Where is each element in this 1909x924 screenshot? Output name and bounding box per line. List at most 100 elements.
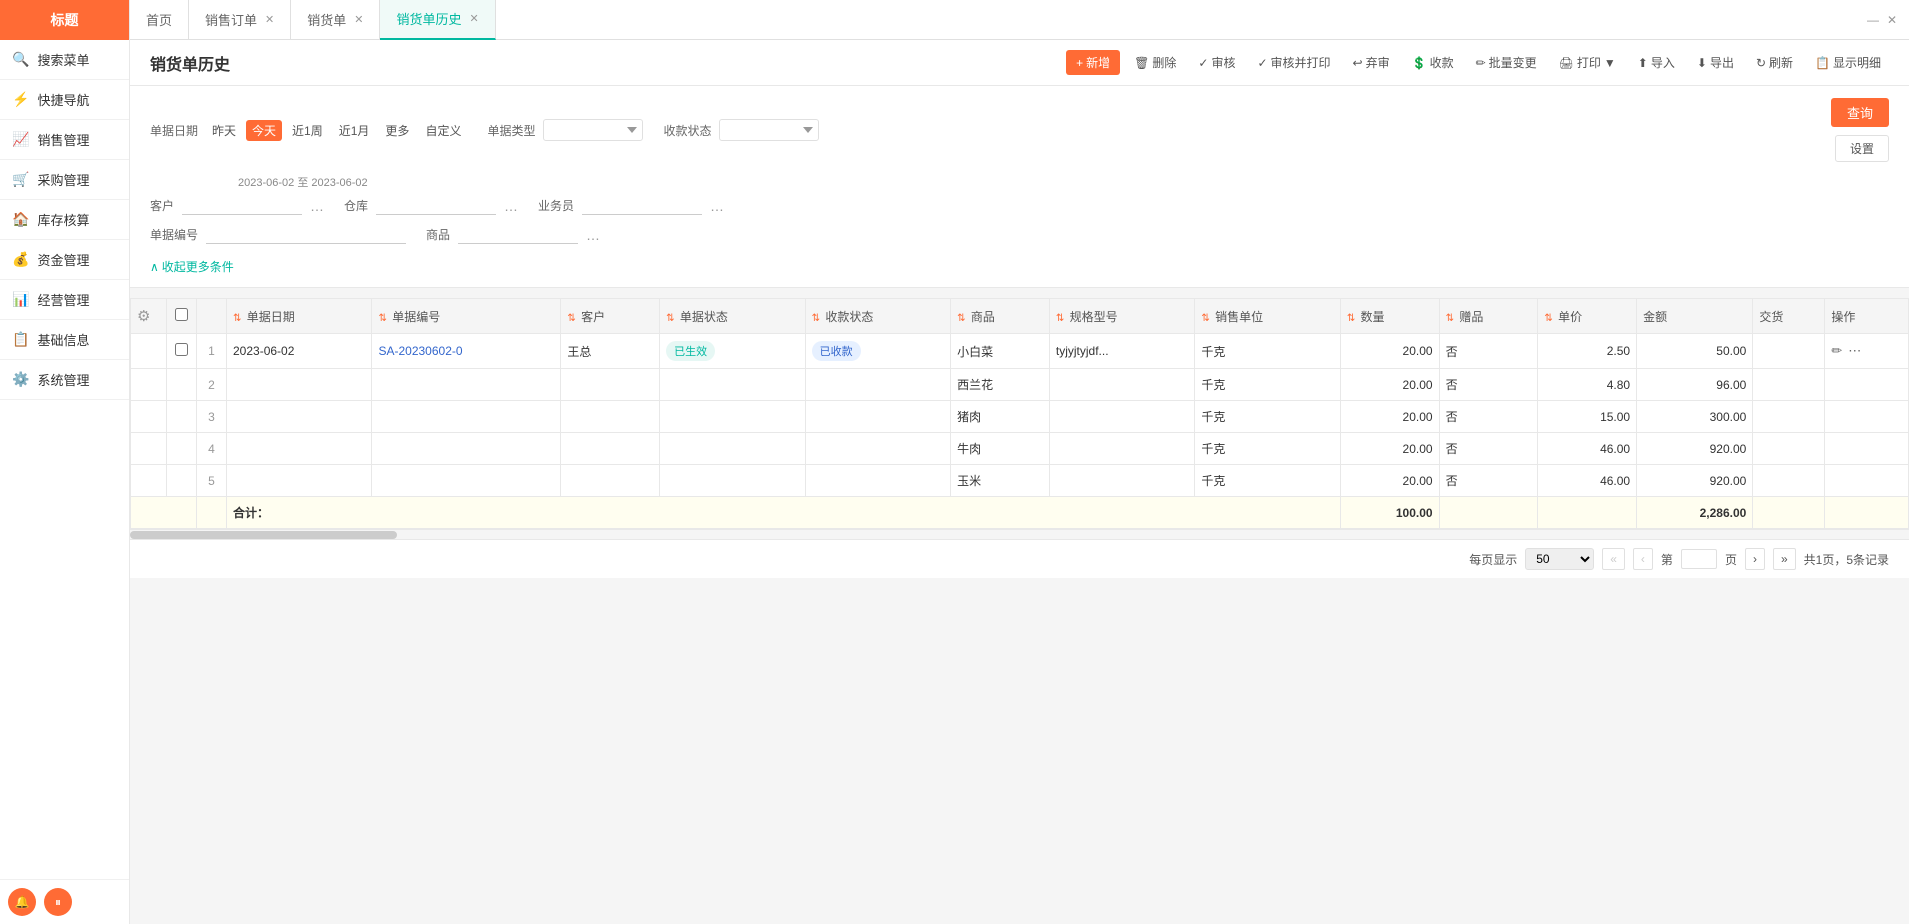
delete-button[interactable]: 🗑 删除: [1126, 50, 1184, 75]
td-doc-number: [372, 465, 561, 497]
date-tab-today[interactable]: 今天: [246, 120, 282, 141]
th-payment-status[interactable]: ⇅ 收款状态: [805, 299, 950, 334]
th-quantity[interactable]: ⇅ 数量: [1340, 299, 1439, 334]
warehouse-input[interactable]: [376, 196, 496, 215]
refresh-button[interactable]: ↻ 刷新: [1748, 50, 1801, 75]
th-customer[interactable]: ⇅ 客户: [561, 299, 660, 334]
th-checkbox[interactable]: [167, 299, 197, 334]
td-doc-date: [227, 465, 372, 497]
sort-icon: ⇅: [1544, 313, 1552, 324]
row-checkbox[interactable]: [175, 343, 188, 356]
audit-print-button[interactable]: ✓ 审核并打印: [1249, 50, 1338, 75]
salesperson-dots[interactable]: …: [710, 198, 724, 214]
td-row-num: 4: [197, 433, 227, 465]
td-summary-quantity: 100.00: [1340, 497, 1439, 529]
th-goods[interactable]: ⇅ 商品: [951, 299, 1050, 334]
th-doc-date[interactable]: ⇅ 单据日期: [227, 299, 372, 334]
sidebar-user-icon[interactable]: 🔔: [8, 888, 36, 916]
tab-sales-order[interactable]: 销售订单 ✕: [189, 0, 291, 40]
td-customer: [561, 401, 660, 433]
sidebar-item-search-menu[interactable]: 🔍 搜索菜单: [0, 40, 129, 80]
th-unit[interactable]: ⇅ 销售单位: [1195, 299, 1340, 334]
tab-close-sales-goods[interactable]: ✕: [354, 13, 363, 26]
salesperson-input[interactable]: [582, 196, 702, 215]
horizontal-scrollbar[interactable]: [130, 529, 1909, 539]
th-spec[interactable]: ⇅ 规格型号: [1049, 299, 1194, 334]
goods-input[interactable]: [458, 225, 578, 244]
td-goods: 西兰花: [951, 369, 1050, 401]
td-checkbox[interactable]: [167, 334, 197, 369]
collect-button[interactable]: 💲 收款: [1404, 50, 1462, 75]
abandon-button[interactable]: ↩ 弃审: [1345, 50, 1398, 75]
new-button[interactable]: + 新增: [1066, 50, 1120, 75]
td-summary-label: [131, 497, 197, 529]
sidebar-item-finance-mgmt[interactable]: 💰 资金管理: [0, 240, 129, 280]
date-tab-last7[interactable]: 近1周: [286, 120, 329, 141]
td-doc-date: [227, 369, 372, 401]
more-action-icon[interactable]: ⋯: [1848, 343, 1861, 359]
tab-close-sales-history[interactable]: ✕: [470, 12, 479, 25]
show-detail-button[interactable]: 📋 显示明细: [1807, 50, 1889, 75]
batch-change-button[interactable]: ✏ 批量变更: [1468, 50, 1545, 75]
td-goods: 玉米: [951, 465, 1050, 497]
date-tab-more[interactable]: 更多: [379, 120, 415, 141]
column-settings-icon[interactable]: ⚙: [137, 308, 150, 325]
sidebar-item-inventory[interactable]: 🏠 库存核算: [0, 200, 129, 240]
collapse-button[interactable]: ∧ 收起更多条件: [150, 258, 1889, 275]
doc-type-select[interactable]: [543, 119, 643, 141]
th-unit-price[interactable]: ⇅ 单价: [1538, 299, 1637, 334]
import-button[interactable]: ⬆ 导入: [1630, 50, 1683, 75]
edit-action-icon[interactable]: ✏: [1831, 343, 1842, 359]
sidebar-item-quick-nav[interactable]: ⚡ 快捷导航: [0, 80, 129, 120]
minimize-btn[interactable]: —: [1867, 13, 1879, 27]
goods-dots[interactable]: …: [586, 227, 600, 243]
tab-sales-goods[interactable]: 销货单 ✕: [291, 0, 380, 40]
per-page-select[interactable]: 50 20 100: [1525, 548, 1594, 570]
th-doc-number[interactable]: ⇅ 单据编号: [372, 299, 561, 334]
doc-number-link[interactable]: SA-20230602-0: [378, 344, 462, 358]
print-button[interactable]: 🖨 打印 ▼: [1551, 50, 1624, 75]
date-tab-yesterday[interactable]: 昨天: [206, 120, 242, 141]
tab-close-sales-order[interactable]: ✕: [265, 13, 274, 26]
prev-page-button[interactable]: ‹: [1633, 548, 1653, 570]
page-label: 第: [1661, 551, 1673, 568]
th-doc-status[interactable]: ⇅ 单据状态: [660, 299, 805, 334]
customer-label: 客户: [150, 197, 174, 214]
table-body: 1 2023-06-02 SA-20230602-0 王总 已生效 已收款 小白…: [131, 334, 1909, 529]
select-all-checkbox[interactable]: [175, 308, 188, 321]
doc-number-input[interactable]: [206, 225, 406, 244]
warehouse-dots[interactable]: …: [504, 198, 518, 214]
customer-input[interactable]: [182, 196, 302, 215]
th-gift[interactable]: ⇅ 赠品: [1439, 299, 1538, 334]
refresh-icon: ↻: [1756, 56, 1766, 70]
filter-row-date-range: 2023-06-02 至 2023-06-02: [150, 172, 1889, 190]
toolbar: + 新增 🗑 删除 ✓ 审核 ✓ 审核并打印 ↩ 弃审: [1066, 50, 1889, 75]
export-button[interactable]: ⬇ 导出: [1689, 50, 1742, 75]
next-page-button[interactable]: ›: [1745, 548, 1765, 570]
sidebar-item-purchase-mgmt[interactable]: 🛒 采购管理: [0, 160, 129, 200]
sidebar-item-operations[interactable]: 📊 经营管理: [0, 280, 129, 320]
customer-dots[interactable]: …: [310, 198, 324, 214]
scrollbar-thumb[interactable]: [130, 531, 397, 539]
date-tab-custom[interactable]: 自定义: [419, 120, 467, 141]
td-goods: 牛肉: [951, 433, 1050, 465]
td-summary-label-text: 合计：: [227, 497, 1341, 529]
audit-button[interactable]: ✓ 审核: [1190, 50, 1243, 75]
filter-settings-button[interactable]: 设置: [1835, 135, 1889, 162]
sidebar-item-basic-info[interactable]: 📋 基础信息: [0, 320, 129, 360]
query-button[interactable]: 查询: [1831, 98, 1889, 127]
first-page-button[interactable]: «: [1602, 548, 1625, 570]
date-tab-last30[interactable]: 近1月: [333, 120, 376, 141]
close-all-btn[interactable]: ✕: [1887, 13, 1897, 27]
td-customer: [561, 465, 660, 497]
last-page-button[interactable]: »: [1773, 548, 1796, 570]
sidebar-item-system-mgmt[interactable]: ⚙️ 系统管理: [0, 360, 129, 400]
page-number-input[interactable]: 1: [1681, 549, 1717, 569]
sidebar-item-sales-mgmt[interactable]: 📈 销售管理: [0, 120, 129, 160]
sidebar-pause-icon[interactable]: ⏸: [44, 888, 72, 916]
payment-status-select[interactable]: [719, 119, 819, 141]
tab-home[interactable]: 首页: [130, 0, 189, 40]
td-doc-number[interactable]: SA-20230602-0: [372, 334, 561, 369]
th-settings[interactable]: ⚙: [131, 299, 167, 334]
tab-sales-history[interactable]: 销货单历史 ✕: [380, 0, 495, 40]
